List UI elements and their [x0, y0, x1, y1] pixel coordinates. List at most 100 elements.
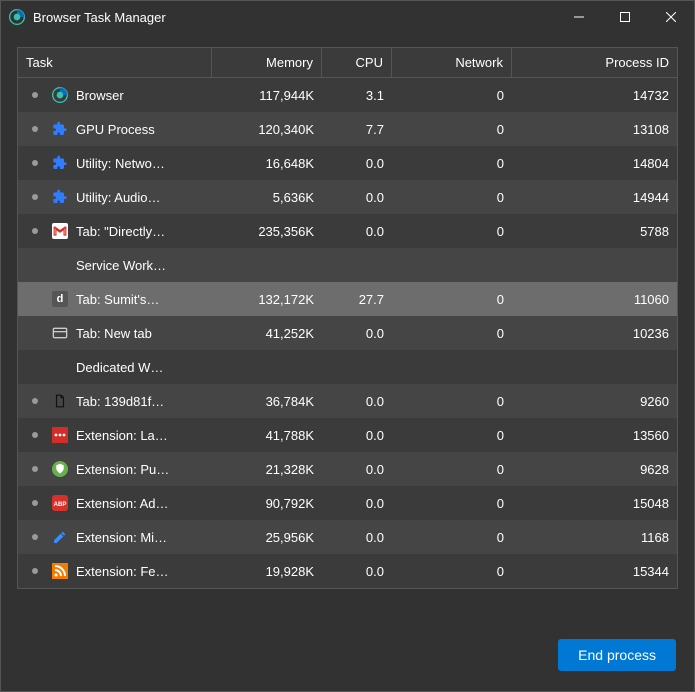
- cell-memory: 16,648K: [212, 146, 322, 180]
- cell-task: Tab: New tab: [18, 325, 212, 341]
- window-title: Browser Task Manager: [33, 10, 166, 25]
- task-manager-window: Browser Task Manager Task Memory CPU Net…: [0, 0, 695, 692]
- minimize-button[interactable]: [556, 1, 602, 33]
- table-row[interactable]: Extension: Mi…25,956K0.001168: [18, 520, 677, 554]
- cell-memory: 120,340K: [212, 112, 322, 146]
- task-name: Tab: "Directly…: [76, 224, 212, 239]
- cell-network: 0: [392, 418, 512, 452]
- cell-pid: 15344: [512, 554, 677, 588]
- footer: End process: [1, 619, 694, 691]
- cell-cpu: 0.0: [322, 384, 392, 418]
- table-row[interactable]: Tab: New tab41,252K0.0010236: [18, 316, 677, 350]
- close-button[interactable]: [648, 1, 694, 33]
- table-row[interactable]: ABPExtension: Ad…90,792K0.0015048: [18, 486, 677, 520]
- cell-network: 0: [392, 520, 512, 554]
- table-row[interactable]: Browser117,944K3.1014732: [18, 78, 677, 112]
- end-process-button[interactable]: End process: [558, 639, 676, 671]
- titlebar[interactable]: Browser Task Manager: [1, 1, 694, 33]
- browser-icon: [52, 87, 68, 103]
- cell-network: 0: [392, 384, 512, 418]
- row-bullet: [26, 466, 44, 472]
- cell-memory: 25,956K: [212, 520, 322, 554]
- row-bullet: [26, 398, 44, 404]
- task-name: Tab: New tab: [76, 326, 212, 341]
- cell-pid: [512, 350, 677, 384]
- content-area: Task Memory CPU Network Process ID Brows…: [1, 33, 694, 619]
- table-row[interactable]: Utility: Netwo…16,648K0.0014804: [18, 146, 677, 180]
- cell-task: Tab: "Directly…: [18, 223, 212, 239]
- cell-cpu: 0.0: [322, 214, 392, 248]
- cell-network: 0: [392, 146, 512, 180]
- col-header-memory[interactable]: Memory: [212, 48, 322, 77]
- cell-cpu: 0.0: [322, 520, 392, 554]
- task-name: Tab: Sumit's…: [76, 292, 212, 307]
- table-row[interactable]: Tab: "Directly…235,356K0.005788: [18, 214, 677, 248]
- row-bullet: [26, 534, 44, 540]
- puzzle-icon: [52, 189, 68, 205]
- col-header-network[interactable]: Network: [392, 48, 512, 77]
- cell-task: ABP Extension: Ad…: [18, 495, 212, 511]
- row-bullet: [26, 432, 44, 438]
- col-header-task[interactable]: Task: [18, 48, 212, 77]
- blank-icon: [52, 359, 68, 375]
- cell-task: Utility: Netwo…: [18, 155, 212, 171]
- cell-network: [392, 248, 512, 282]
- cell-network: 0: [392, 282, 512, 316]
- table-header: Task Memory CPU Network Process ID: [18, 48, 677, 78]
- table-row[interactable]: Extension: Pu…21,328K0.009628: [18, 452, 677, 486]
- page-icon: [52, 393, 68, 409]
- cell-task: Extension: Pu…: [18, 461, 212, 477]
- cell-pid: 1168: [512, 520, 677, 554]
- cell-pid: 10236: [512, 316, 677, 350]
- task-table: Task Memory CPU Network Process ID Brows…: [17, 47, 678, 589]
- cell-task: Service Work…: [18, 257, 212, 273]
- task-name: Extension: Fe…: [76, 564, 212, 579]
- task-name: Extension: Pu…: [76, 462, 212, 477]
- task-name: Dedicated W…: [76, 360, 212, 375]
- table-row[interactable]: Dedicated W…: [18, 350, 677, 384]
- table-row[interactable]: Extension: Fe…19,928K0.0015344: [18, 554, 677, 588]
- task-name: Extension: Ad…: [76, 496, 212, 511]
- cell-pid: 15048: [512, 486, 677, 520]
- cell-memory: 41,252K: [212, 316, 322, 350]
- table-row[interactable]: Tab: 139d81f…36,784K0.009260: [18, 384, 677, 418]
- task-name: GPU Process: [76, 122, 212, 137]
- app-icon: [9, 9, 25, 25]
- table-row[interactable]: dTab: Sumit's…132,172K27.7011060: [18, 282, 677, 316]
- cell-network: 0: [392, 180, 512, 214]
- cell-pid: 13108: [512, 112, 677, 146]
- cell-pid: 14732: [512, 78, 677, 112]
- cell-network: 0: [392, 214, 512, 248]
- col-header-pid[interactable]: Process ID: [512, 48, 677, 77]
- table-row[interactable]: Service Work…: [18, 248, 677, 282]
- cell-task: Extension: Mi…: [18, 529, 212, 545]
- cell-memory: 5,636K: [212, 180, 322, 214]
- cell-memory: 235,356K: [212, 214, 322, 248]
- row-bullet: [26, 500, 44, 506]
- maximize-button[interactable]: [602, 1, 648, 33]
- puzzle-icon: [52, 121, 68, 137]
- cell-pid: 11060: [512, 282, 677, 316]
- table-row[interactable]: Utility: Audio…5,636K0.0014944: [18, 180, 677, 214]
- table-body: Browser117,944K3.1014732GPU Process120,3…: [18, 78, 677, 588]
- cell-task: Utility: Audio…: [18, 189, 212, 205]
- cell-task: Extension: La…: [18, 427, 212, 443]
- svg-text:ABP: ABP: [54, 502, 67, 508]
- cell-memory: 90,792K: [212, 486, 322, 520]
- cell-memory: 19,928K: [212, 554, 322, 588]
- cell-cpu: 7.7: [322, 112, 392, 146]
- table-row[interactable]: GPU Process120,340K7.7013108: [18, 112, 677, 146]
- table-row[interactable]: Extension: La…41,788K0.0013560: [18, 418, 677, 452]
- cell-network: 0: [392, 112, 512, 146]
- task-name: Extension: Mi…: [76, 530, 212, 545]
- pencil-icon: [52, 529, 68, 545]
- task-name: Extension: La…: [76, 428, 212, 443]
- col-header-cpu[interactable]: CPU: [322, 48, 392, 77]
- cell-network: 0: [392, 486, 512, 520]
- cell-memory: [212, 350, 322, 384]
- rss-icon: [52, 563, 68, 579]
- task-name: Utility: Netwo…: [76, 156, 212, 171]
- cell-cpu: [322, 350, 392, 384]
- cell-memory: 41,788K: [212, 418, 322, 452]
- cell-cpu: [322, 248, 392, 282]
